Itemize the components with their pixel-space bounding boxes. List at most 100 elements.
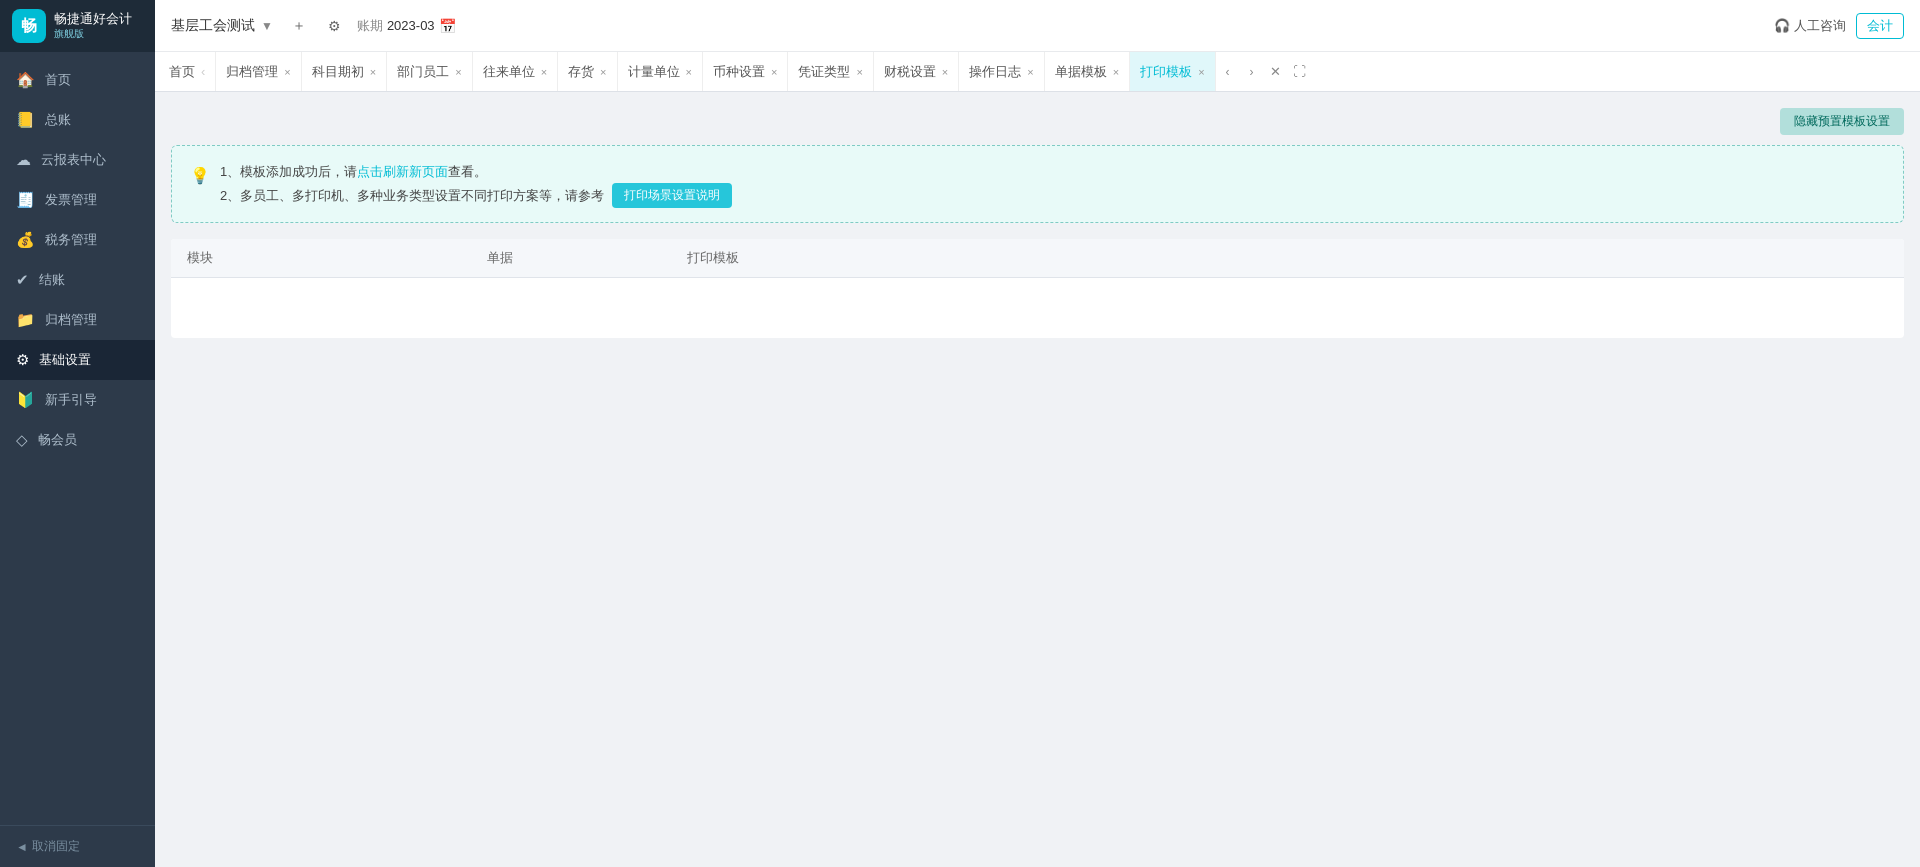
- hide-template-area: 隐藏预置模板设置: [171, 108, 1904, 135]
- tab-currency[interactable]: 币种设置 ×: [703, 52, 788, 92]
- tab-close-icon[interactable]: ×: [686, 66, 692, 78]
- add-tab-button[interactable]: ＋: [285, 12, 313, 40]
- sidebar-logo: 畅 畅捷通好会计 旗舰版: [0, 0, 155, 52]
- tab-label: 操作日志: [969, 63, 1021, 81]
- tab-tax-settings[interactable]: 财税设置 ×: [874, 52, 959, 92]
- sidebar-item-archive[interactable]: 📁 归档管理: [0, 300, 155, 340]
- tabbar: 首页 ‹ 归档管理 × 科目期初 × 部门员工 × 往来单位 × 存货 × 计量…: [155, 52, 1920, 92]
- tab-next-button[interactable]: ›: [1240, 52, 1264, 92]
- hide-template-button[interactable]: 隐藏预置模板设置: [1780, 108, 1904, 135]
- notice-row-1: 1、模板添加成功后，请点击刷新新页面查看。: [220, 160, 1885, 183]
- sidebar-item-label: 新手引导: [45, 391, 97, 409]
- tab-close-icon[interactable]: ×: [455, 66, 461, 78]
- sidebar-item-guide[interactable]: 🔰 新手引导: [0, 380, 155, 420]
- guide-icon: 🔰: [16, 391, 35, 409]
- tab-dept-staff[interactable]: 部门员工 ×: [387, 52, 472, 92]
- tab-close-icon[interactable]: ×: [370, 66, 376, 78]
- sidebar-item-invoice[interactable]: 🧾 发票管理: [0, 180, 155, 220]
- tab-close-icon[interactable]: ×: [856, 66, 862, 78]
- tab-counterpart[interactable]: 往来单位 ×: [473, 52, 558, 92]
- tab-op-log[interactable]: 操作日志 ×: [959, 52, 1044, 92]
- calendar-icon[interactable]: 📅: [439, 18, 456, 34]
- sidebar-item-checkout[interactable]: ✔ 结账: [0, 260, 155, 300]
- sidebar-unpin[interactable]: ◄ 取消固定: [0, 825, 155, 867]
- tab-close-icon[interactable]: ×: [284, 66, 290, 78]
- user-role-badge[interactable]: 会计: [1856, 13, 1904, 39]
- tab-close-icon[interactable]: ×: [541, 66, 547, 78]
- tab-close-icon[interactable]: ×: [771, 66, 777, 78]
- notice-row-2: 2、多员工、多打印机、多种业务类型设置不同打印方案等，请参考 打印场景设置说明: [220, 183, 1885, 208]
- tab-print-tpl[interactable]: 打印模板 ×: [1130, 52, 1215, 92]
- tab-label: 币种设置: [713, 63, 765, 81]
- tab-prev-button[interactable]: ‹: [1216, 52, 1240, 92]
- period-value: 2023-03: [387, 18, 435, 33]
- tab-home[interactable]: 首页 ‹: [159, 52, 216, 92]
- sidebar-item-label: 归档管理: [45, 311, 97, 329]
- logo-title: 畅捷通好会计: [54, 11, 132, 28]
- settings-gear-button[interactable]: ⚙: [321, 12, 349, 40]
- tab-close-icon[interactable]: ×: [1198, 66, 1204, 78]
- table-body: [171, 278, 1904, 338]
- report-icon: ☁: [16, 151, 31, 169]
- tab-close-icon[interactable]: ×: [1113, 66, 1119, 78]
- sidebar-item-label: 畅会员: [38, 431, 77, 449]
- tab-label: 打印模板: [1140, 63, 1192, 81]
- sidebar-item-label: 总账: [45, 111, 71, 129]
- sidebar-item-member[interactable]: ◇ 畅会员: [0, 420, 155, 460]
- tab-voucher-type[interactable]: 凭证类型 ×: [788, 52, 873, 92]
- tab-close-icon[interactable]: ×: [600, 66, 606, 78]
- sidebar-item-settings[interactable]: ⚙ 基础设置: [0, 340, 155, 380]
- logo-subtitle: 旗舰版: [54, 27, 132, 41]
- tab-label: 科目期初: [312, 63, 364, 81]
- tab-label: 计量单位: [628, 63, 680, 81]
- sidebar-item-ledger[interactable]: 📒 总账: [0, 100, 155, 140]
- notice-text-1b: 查看。: [448, 164, 487, 179]
- checkout-icon: ✔: [16, 271, 29, 289]
- tab-single-form[interactable]: 单据模板 ×: [1045, 52, 1130, 92]
- tab-expand-button[interactable]: ⛶: [1288, 52, 1312, 92]
- invoice-icon: 🧾: [16, 191, 35, 209]
- period-label: 账期: [357, 17, 383, 35]
- tab-label: 财税设置: [884, 63, 936, 81]
- project-name: 基层工会测试: [171, 17, 255, 35]
- refresh-link[interactable]: 点击刷新新页面: [357, 164, 448, 179]
- sidebar-nav: 🏠 首页 📒 总账 ☁ 云报表中心 🧾 发票管理 💰 税务管理 ✔ 结账 📁 归…: [0, 52, 155, 825]
- help-button[interactable]: 🎧 人工咨询: [1774, 17, 1846, 35]
- logo-icon: 畅: [12, 9, 46, 43]
- sidebar-item-tax[interactable]: 💰 税务管理: [0, 220, 155, 260]
- tab-close-icon[interactable]: ×: [1027, 66, 1033, 78]
- content-area: 隐藏预置模板设置 💡 1、模板添加成功后，请点击刷新新页面查看。 2、多员工、多…: [155, 92, 1920, 867]
- tab-archive[interactable]: 归档管理 ×: [216, 52, 301, 92]
- tab-inventory[interactable]: 存货 ×: [558, 52, 617, 92]
- unpin-arrow: ◄: [16, 840, 28, 854]
- tab-label: 单据模板: [1055, 63, 1107, 81]
- project-dropdown-icon: ▼: [261, 19, 273, 33]
- headset-icon: 🎧: [1774, 18, 1790, 33]
- main-area: 基层工会测试 ▼ ＋ ⚙ 账期 2023-03 📅 🎧 人工咨询 会计 首页 ‹: [155, 0, 1920, 867]
- explain-button[interactable]: 打印场景设置说明: [612, 183, 732, 208]
- notice-text-2a: 2、多员工、多打印机、多种业务类型设置不同打印方案等，请参考: [220, 184, 604, 207]
- tab-label: 凭证类型: [798, 63, 850, 81]
- sidebar-item-home[interactable]: 🏠 首页: [0, 60, 155, 100]
- tab-measure-unit[interactable]: 计量单位 ×: [618, 52, 703, 92]
- tab-label: 归档管理: [226, 63, 278, 81]
- sidebar-item-label: 首页: [45, 71, 71, 89]
- sidebar-item-label: 结账: [39, 271, 65, 289]
- archive-icon: 📁: [16, 311, 35, 329]
- sidebar-item-report[interactable]: ☁ 云报表中心: [0, 140, 155, 180]
- notice-text: 1、模板添加成功后，请点击刷新新页面查看。 2、多员工、多打印机、多种业务类型设…: [220, 160, 1885, 208]
- tab-close-all-button[interactable]: ✕: [1264, 52, 1288, 92]
- tab-home-label: 首页: [169, 63, 195, 81]
- logo-icon-text: 畅: [21, 16, 37, 37]
- tab-close-icon[interactable]: ×: [942, 66, 948, 78]
- tab-home-sep: ‹: [201, 64, 205, 79]
- print-template-table: 模块 单据 打印模板: [171, 239, 1904, 338]
- notice-text-1a: 1、模板添加成功后，请: [220, 164, 357, 179]
- topbar: 基层工会测试 ▼ ＋ ⚙ 账期 2023-03 📅 🎧 人工咨询 会计: [155, 0, 1920, 52]
- project-selector[interactable]: 基层工会测试 ▼: [171, 17, 273, 35]
- tax-icon: 💰: [16, 231, 35, 249]
- sidebar-item-label: 基础设置: [39, 351, 91, 369]
- tab-period-init[interactable]: 科目期初 ×: [302, 52, 387, 92]
- notice-line-1: 💡 1、模板添加成功后，请点击刷新新页面查看。 2、多员工、多打印机、多种业务类…: [190, 160, 1885, 208]
- sidebar-item-label: 云报表中心: [41, 151, 106, 169]
